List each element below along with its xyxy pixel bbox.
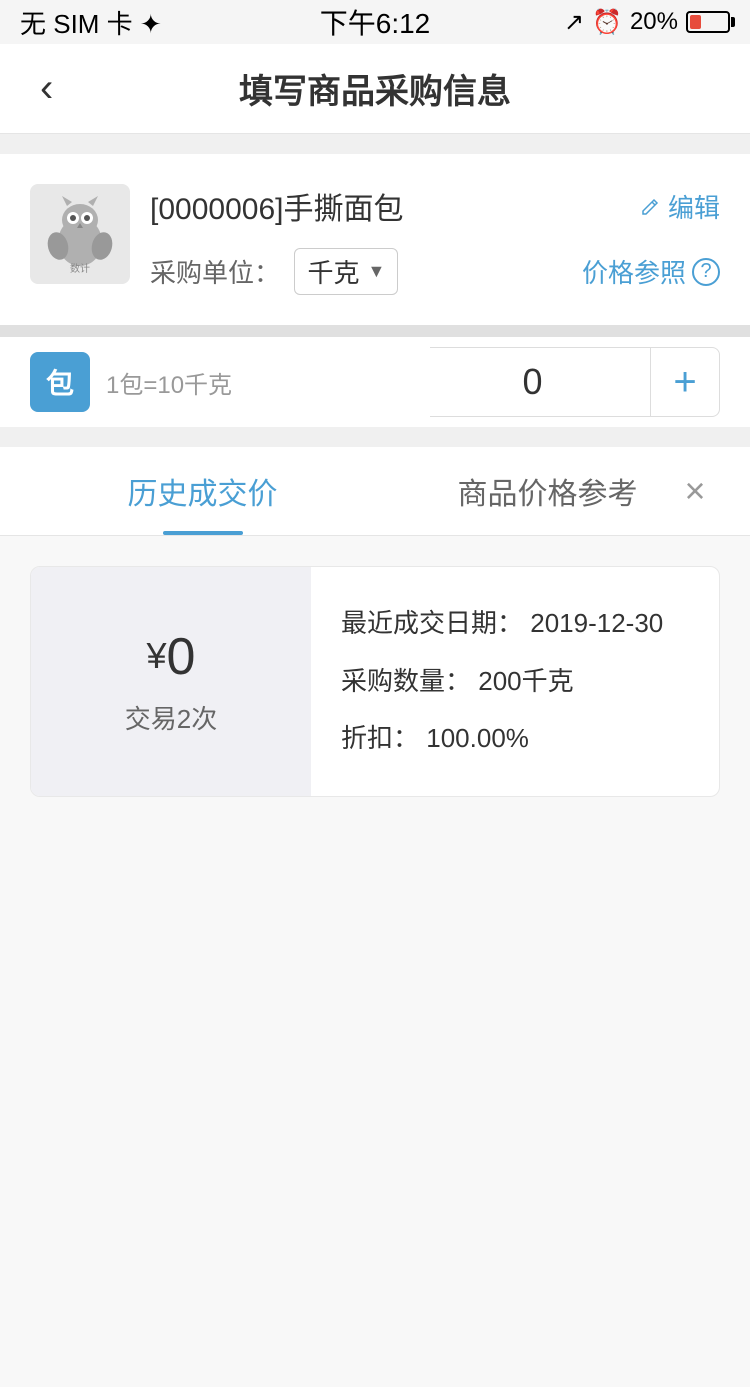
recent-date-row: 最近成交日期： 2019-12-30 bbox=[341, 603, 689, 645]
tab-history-price-label: 历史成交价 bbox=[128, 469, 278, 513]
unit-section: 采购单位： 千克 ▼ bbox=[150, 248, 398, 295]
deal-price-value: ¥0 bbox=[147, 627, 196, 687]
page-title: 填写商品采购信息 bbox=[239, 64, 511, 113]
discount-row: 折扣： 100.00% bbox=[341, 718, 689, 760]
history-content: ¥0 交易2次 最近成交日期： 2019-12-30 采购数量： 200千克 折… bbox=[0, 536, 750, 827]
status-left: 无 SIM 卡 ✦ bbox=[20, 4, 162, 41]
close-button[interactable]: × bbox=[670, 466, 720, 516]
unit-value: 千克 bbox=[307, 253, 359, 290]
battery-percent: 20% bbox=[630, 8, 678, 36]
location-icon: ↗ bbox=[564, 8, 584, 37]
recent-date-label: 最近成交日期： bbox=[341, 608, 523, 638]
currency-symbol: ¥ bbox=[147, 635, 167, 677]
unit-conversion-label: 1包=10千克 bbox=[106, 365, 232, 400]
deal-card: ¥0 交易2次 最近成交日期： 2019-12-30 采购数量： 200千克 折… bbox=[30, 566, 720, 797]
section-divider bbox=[0, 325, 750, 337]
quantity-input-group: + bbox=[430, 347, 720, 417]
discount-value: 100.00% bbox=[426, 723, 529, 753]
unit-box: 包 bbox=[30, 352, 90, 412]
tabs-header: 历史成交价 商品价格参考 × bbox=[0, 447, 750, 535]
product-card: 数计 [0000006]手撕面包 编辑 采购单位： 千克 ▼ bbox=[0, 154, 750, 325]
deal-price-section: ¥0 交易2次 bbox=[31, 567, 311, 796]
purchase-qty-value: 200千克 bbox=[478, 666, 573, 696]
product-name: [0000006]手撕面包 bbox=[150, 184, 403, 228]
dropdown-arrow-icon: ▼ bbox=[367, 261, 385, 282]
recent-date-value: 2019-12-30 bbox=[530, 608, 663, 638]
purchase-qty-row: 采购数量： 200千克 bbox=[341, 661, 689, 703]
status-right: ↗ ⏰ 20% bbox=[564, 8, 730, 37]
product-unit-row: 采购单位： 千克 ▼ 价格参照 ? bbox=[150, 248, 720, 295]
edit-icon bbox=[640, 195, 662, 217]
battery-icon bbox=[686, 11, 730, 33]
discount-label: 折扣： bbox=[341, 723, 419, 753]
sim-label: 无 SIM 卡 ✦ bbox=[20, 4, 162, 41]
price-reference-button[interactable]: 价格参照 ? bbox=[582, 253, 720, 290]
alarm-icon: ⏰ bbox=[592, 8, 622, 37]
product-thumbnail: 数计 bbox=[40, 194, 120, 274]
tab-history-price[interactable]: 历史成交价 bbox=[30, 447, 375, 535]
purchase-qty-label: 采购数量： bbox=[341, 666, 471, 696]
unit-select-button[interactable]: 千克 ▼ bbox=[294, 248, 398, 295]
info-icon: ? bbox=[692, 258, 720, 286]
product-image: 数计 bbox=[30, 184, 130, 284]
nav-bar: ‹ 填写商品采购信息 bbox=[0, 44, 750, 134]
tab-price-reference[interactable]: 商品价格参考 bbox=[375, 447, 720, 535]
deal-details-section: 最近成交日期： 2019-12-30 采购数量： 200千克 折扣： 100.0… bbox=[311, 567, 719, 796]
quantity-increase-button[interactable]: + bbox=[650, 347, 720, 417]
deal-count-label: 交易2次 bbox=[125, 699, 217, 736]
product-header: [0000006]手撕面包 编辑 bbox=[150, 184, 720, 228]
quantity-row: 包 1包=10千克 + bbox=[0, 337, 750, 427]
back-button[interactable]: ‹ bbox=[30, 56, 63, 121]
tab-active-indicator bbox=[163, 531, 243, 535]
product-info: [0000006]手撕面包 编辑 采购单位： 千克 ▼ 价格参照 ? bbox=[150, 184, 720, 295]
unit-label: 采购单位： bbox=[150, 258, 280, 288]
status-time: 下午6:12 bbox=[320, 2, 431, 42]
svg-text:数计: 数计 bbox=[70, 262, 90, 274]
quantity-left: 包 1包=10千克 bbox=[30, 352, 232, 412]
tabs-container: 历史成交价 商品价格参考 × bbox=[0, 447, 750, 536]
edit-button[interactable]: 编辑 bbox=[640, 188, 720, 225]
tab-price-reference-label: 商品价格参考 bbox=[458, 469, 638, 513]
quantity-input[interactable] bbox=[430, 347, 650, 417]
status-bar: 无 SIM 卡 ✦ 下午6:12 ↗ ⏰ 20% bbox=[0, 0, 750, 44]
empty-background bbox=[0, 827, 750, 1387]
